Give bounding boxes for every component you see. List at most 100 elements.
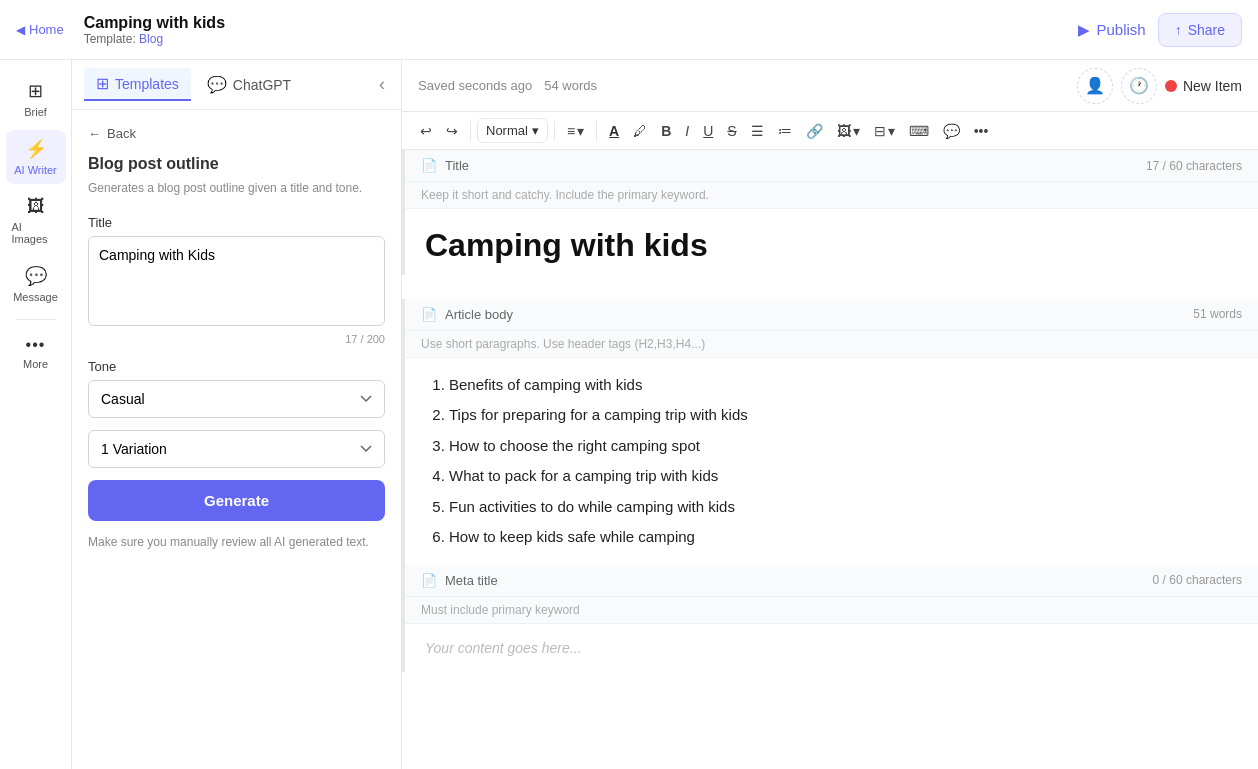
title-section-hint: Keep it short and catchy. Include the pr… (405, 182, 1258, 209)
sidebar-item-brief[interactable]: ⊞ Brief (6, 72, 66, 126)
more-label: More (23, 358, 48, 370)
meta-section-header: 📄 Meta title 0 / 60 characters (405, 565, 1258, 597)
undo-button[interactable]: ↩ (414, 119, 438, 143)
main-layout: ⊞ Brief ⚡ AI Writer 🖼 AI Images 💬 Messag… (0, 60, 1258, 769)
undo-icon: ↩ (420, 123, 432, 139)
message-label: Message (13, 291, 58, 303)
share-label: Share (1188, 22, 1225, 38)
history-icon: 🕐 (1129, 76, 1149, 95)
title-field-label: Title (88, 215, 385, 230)
tab-templates[interactable]: ⊞ Templates (84, 68, 191, 101)
back-button[interactable]: ← Back (88, 126, 136, 141)
more-icon: ••• (26, 336, 46, 354)
more-options-icon: ••• (974, 123, 989, 139)
template-name: Blog post outline (88, 155, 385, 173)
body-section: 📄 Article body 51 words Use short paragr… (402, 299, 1258, 565)
ordered-list-button[interactable]: ≔ (772, 119, 798, 143)
bold-icon: B (661, 123, 671, 139)
strikethrough-button[interactable]: S (721, 119, 742, 143)
comment-button[interactable]: 💬 (937, 119, 966, 143)
list-item: Benefits of camping with kids (449, 374, 1238, 397)
list-item: What to pack for a camping trip with kid… (449, 465, 1238, 488)
user-icon: 👤 (1085, 76, 1105, 95)
title-content[interactable]: Camping with kids (405, 209, 1258, 275)
chatgpt-tab-label: ChatGPT (233, 77, 291, 93)
body-section-header: 📄 Article body 51 words (405, 299, 1258, 331)
image-icon: 🖼 (837, 123, 851, 139)
title-textarea-wrap (88, 236, 385, 329)
ai-images-icon: 🖼 (27, 196, 45, 217)
list-item: Fun activities to do while camping with … (449, 496, 1238, 519)
highlight-button[interactable]: 🖊 (627, 119, 653, 143)
panel-tabs: ⊞ Templates 💬 ChatGPT ‹ (72, 60, 401, 110)
variation-select[interactable]: 1 Variation 2 Variations 3 Variations (88, 430, 385, 468)
home-link[interactable]: ◀ Home (16, 22, 64, 37)
history-action-button[interactable]: 🕐 (1121, 68, 1157, 104)
ai-writer-label: AI Writer (14, 164, 57, 176)
home-arrow-icon: ◀ (16, 23, 25, 37)
body-section-label: Article body (445, 307, 513, 322)
title-section-doc-icon: 📄 (421, 158, 437, 173)
generate-button[interactable]: Generate (88, 480, 385, 521)
code-icon: ⌨ (909, 123, 929, 139)
highlight-icon: 🖊 (633, 123, 647, 139)
title-textarea[interactable] (88, 236, 385, 326)
body-list: Benefits of camping with kids Tips for p… (425, 374, 1238, 549)
tone-select[interactable]: Casual Formal Friendly Professional (88, 380, 385, 418)
link-icon: 🔗 (806, 123, 823, 139)
ai-images-label: AI Images (12, 221, 60, 245)
sidebar-item-ai-writer[interactable]: ⚡ AI Writer (6, 130, 66, 184)
table-chevron: ▾ (888, 123, 895, 139)
header-left: ◀ Home Camping with kids Template: Blog (16, 14, 225, 46)
share-button[interactable]: ↑ Share (1158, 13, 1242, 47)
image-button[interactable]: 🖼▾ (831, 119, 866, 143)
back-label: Back (107, 126, 136, 141)
template-link[interactable]: Blog (139, 32, 163, 46)
ai-writer-icon: ⚡ (25, 138, 47, 160)
align-button[interactable]: ≡▾ (561, 119, 590, 143)
spacer-1 (402, 275, 1258, 299)
editor-content: 📄 Title 17 / 60 characters Keep it short… (402, 150, 1258, 769)
meta-content[interactable]: Your content goes here... (405, 624, 1258, 672)
icon-sidebar: ⊞ Brief ⚡ AI Writer 🖼 AI Images 💬 Messag… (0, 60, 72, 769)
sidebar-item-more[interactable]: ••• More (6, 328, 66, 378)
body-content[interactable]: Benefits of camping with kids Tips for p… (405, 358, 1258, 565)
style-value: Normal (486, 123, 528, 138)
publish-label: Publish (1096, 21, 1145, 38)
comment-icon: 💬 (943, 123, 960, 139)
style-chevron-icon: ▾ (532, 123, 539, 138)
editor-actions: 👤 🕐 New Item (1077, 68, 1242, 104)
body-word-count: 51 words (1193, 307, 1242, 321)
editor-status: Saved seconds ago 54 words (418, 78, 597, 93)
more-options-button[interactable]: ••• (968, 119, 995, 143)
title-section-header-left: 📄 Title (421, 158, 469, 173)
italic-button[interactable]: I (679, 119, 695, 143)
panel-collapse-button[interactable]: ‹ (375, 70, 389, 99)
underline-button[interactable]: U (697, 119, 719, 143)
new-item-button[interactable]: New Item (1165, 78, 1242, 94)
toolbar-separator-2 (554, 121, 555, 141)
tab-chatgpt[interactable]: 💬 ChatGPT (195, 69, 303, 100)
list-item: Tips for preparing for a camping trip wi… (449, 404, 1238, 427)
table-button[interactable]: ⊟▾ (868, 119, 901, 143)
font-color-button[interactable]: A (603, 119, 625, 143)
sidebar-item-ai-images[interactable]: 🖼 AI Images (6, 188, 66, 253)
link-button[interactable]: 🔗 (800, 119, 829, 143)
align-chevron: ▾ (577, 123, 584, 139)
bold-button[interactable]: B (655, 119, 677, 143)
meta-section: 📄 Meta title 0 / 60 characters Must incl… (402, 565, 1258, 672)
title-section-header: 📄 Title 17 / 60 characters (405, 150, 1258, 182)
image-chevron: ▾ (853, 123, 860, 139)
code-button[interactable]: ⌨ (903, 119, 935, 143)
meta-section-header-left: 📄 Meta title (421, 573, 498, 588)
redo-button[interactable]: ↪ (440, 119, 464, 143)
panel-content: ← Back Blog post outline Generates a blo… (72, 110, 401, 769)
bullet-list-button[interactable]: ☰ (745, 119, 770, 143)
publish-button[interactable]: ▶ Publish (1078, 21, 1145, 39)
header-right: ▶ Publish ↑ Share (1078, 13, 1242, 47)
sidebar-item-message[interactable]: 💬 Message (6, 257, 66, 311)
style-select[interactable]: Normal ▾ (477, 118, 548, 143)
user-action-button[interactable]: 👤 (1077, 68, 1113, 104)
ordered-list-icon: ≔ (778, 123, 792, 139)
new-item-dot (1165, 80, 1177, 92)
